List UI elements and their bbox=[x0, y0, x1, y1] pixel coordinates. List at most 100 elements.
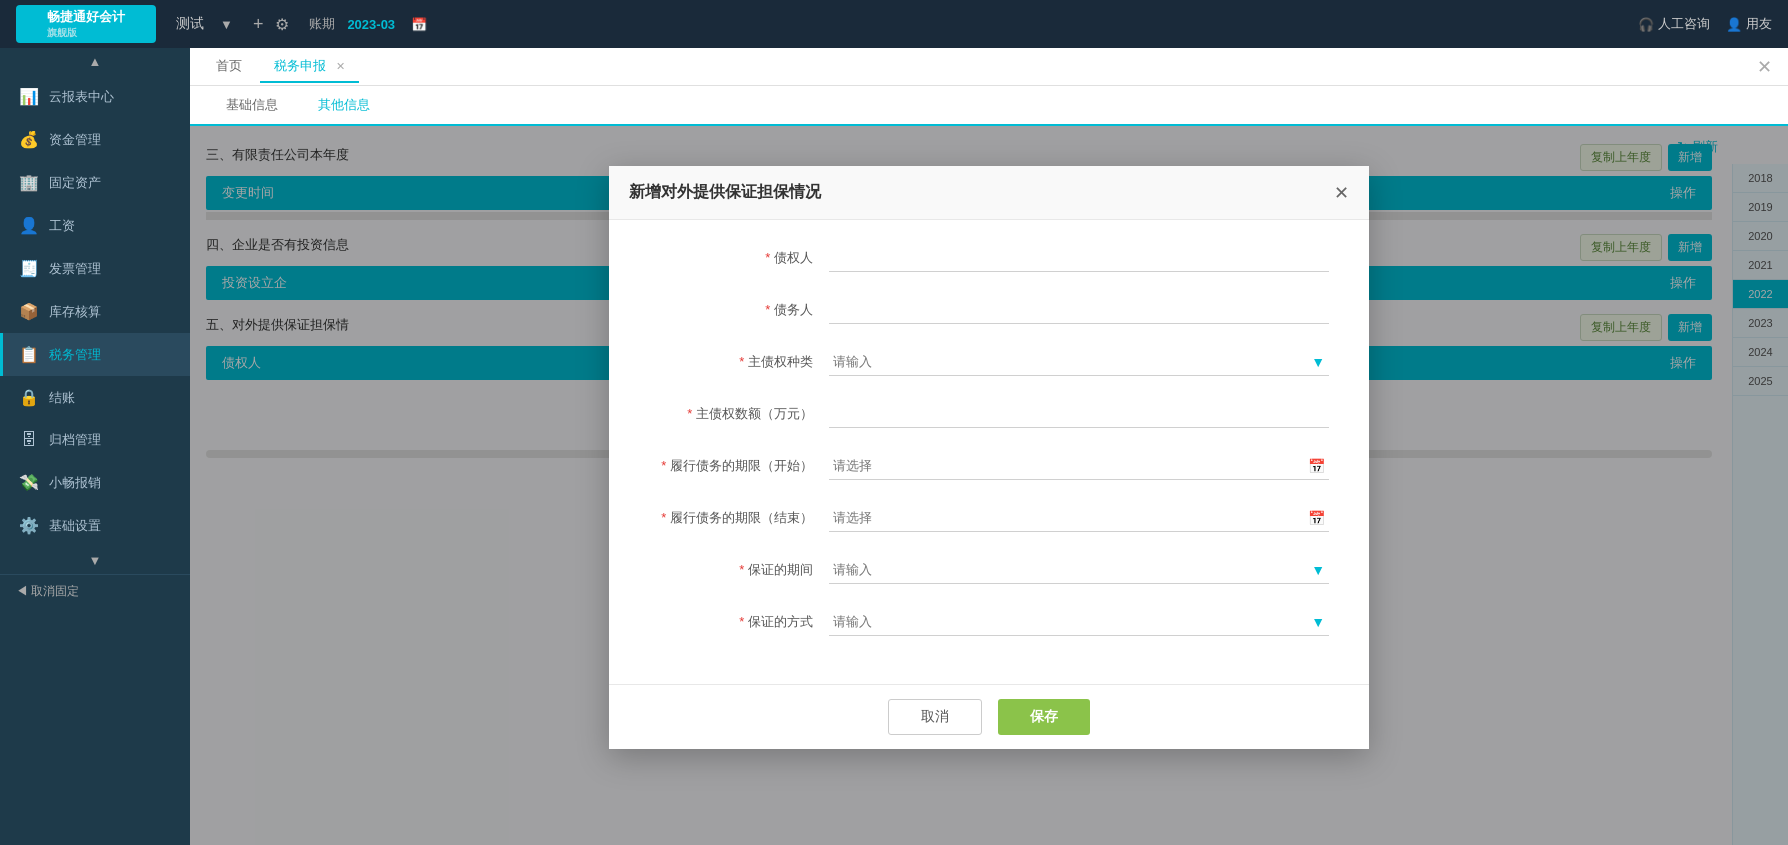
date-debt-start[interactable]: 📅 bbox=[829, 452, 1329, 480]
label-creditor: * 债权人 bbox=[649, 249, 829, 267]
window-close-icon[interactable]: ✕ bbox=[1757, 56, 1772, 78]
chevron-down-icon-method[interactable]: ▼ bbox=[1307, 614, 1329, 630]
form-row-creditor: * 债权人 bbox=[649, 244, 1329, 272]
input-guarantee-period[interactable] bbox=[829, 556, 1307, 583]
user-icon: 👤 bbox=[1726, 17, 1742, 32]
main-layout: ▲ 📊 云报表中心 💰 资金管理 🏢 固定资产 👤 工资 🧾 发票管理 📦 库存… bbox=[0, 48, 1788, 845]
calendar-icon[interactable]: 📅 bbox=[411, 17, 427, 32]
archive-icon: 🗄 bbox=[19, 431, 39, 449]
sidebar-item-archive[interactable]: 🗄 归档管理 bbox=[0, 419, 190, 461]
required-mark-debtor: * bbox=[765, 302, 770, 317]
required-mark-type: * bbox=[739, 354, 744, 369]
input-creditor-amount[interactable] bbox=[829, 400, 1329, 428]
modal-header: 新增对外提供保证担保情况 ✕ bbox=[609, 166, 1369, 220]
inner-tab-other[interactable]: 其他信息 bbox=[298, 86, 390, 126]
sidebar-item-cloud-reports[interactable]: 📊 云报表中心 bbox=[0, 75, 190, 118]
tax-icon: 📋 bbox=[19, 345, 39, 364]
form-row-guarantee-period: * 保证的期间 ▼ bbox=[649, 556, 1329, 584]
sidebar-item-funds[interactable]: 💰 资金管理 bbox=[0, 118, 190, 161]
sidebar-item-payroll[interactable]: 👤 工资 bbox=[0, 204, 190, 247]
form-row-creditor-type: * 主债权种类 ▼ bbox=[649, 348, 1329, 376]
add-icon[interactable]: + bbox=[253, 14, 264, 35]
support-label: 人工咨询 bbox=[1658, 15, 1710, 33]
sidebar-label-payroll: 工资 bbox=[49, 217, 75, 235]
inner-tab-basic-label: 基础信息 bbox=[226, 97, 278, 112]
company-chevron-icon[interactable]: ▼ bbox=[220, 17, 233, 32]
sidebar-item-expense[interactable]: 💸 小畅报销 bbox=[0, 461, 190, 504]
user-button[interactable]: 👤 用友 bbox=[1726, 15, 1772, 33]
label-debtor-text: 债务人 bbox=[774, 302, 813, 317]
tab-close-icon[interactable]: ✕ bbox=[336, 60, 345, 72]
tab-home[interactable]: 首页 bbox=[202, 51, 256, 83]
required-mark-amount: * bbox=[687, 406, 692, 421]
sidebar-label-fixed-assets: 固定资产 bbox=[49, 174, 101, 192]
company-name: 测试 bbox=[176, 15, 204, 33]
date-debt-end[interactable]: 📅 bbox=[829, 504, 1329, 532]
sidebar-label-invoice: 发票管理 bbox=[49, 260, 101, 278]
label-creditor-amount-text: 主债权数额（万元） bbox=[696, 406, 813, 421]
settings-icon: ⚙️ bbox=[19, 516, 39, 535]
modal-body: * 债权人 * 债务人 bbox=[609, 220, 1369, 684]
form-row-debtor: * 债务人 bbox=[649, 296, 1329, 324]
sidebar-item-invoice[interactable]: 🧾 发票管理 bbox=[0, 247, 190, 290]
content-area: 首页 税务申报 ✕ ✕ 基础信息 其他信息 ↻ 刷新 bbox=[190, 48, 1788, 845]
payroll-icon: 👤 bbox=[19, 216, 39, 235]
sidebar-item-close[interactable]: 🔒 结账 bbox=[0, 376, 190, 419]
tab-tax-report-label: 税务申报 bbox=[274, 58, 326, 73]
label-debt-start: * 履行债务的期限（开始） bbox=[649, 457, 829, 475]
modal-footer: 取消 保存 bbox=[609, 684, 1369, 749]
chevron-down-icon-period[interactable]: ▼ bbox=[1307, 562, 1329, 578]
gear-icon[interactable]: ⚙ bbox=[275, 15, 289, 34]
label-debtor: * 债务人 bbox=[649, 301, 829, 319]
support-button[interactable]: 🎧 人工咨询 bbox=[1638, 15, 1710, 33]
modal-close-button[interactable]: ✕ bbox=[1334, 184, 1349, 202]
label-debt-end-text: 履行债务的期限（结束） bbox=[670, 510, 813, 525]
inner-tab-basic[interactable]: 基础信息 bbox=[206, 86, 298, 124]
sidebar-item-inventory[interactable]: 📦 库存核算 bbox=[0, 290, 190, 333]
select-guarantee-method[interactable]: ▼ bbox=[829, 608, 1329, 636]
app-logo: 畅捷通好会计 旗舰版 bbox=[16, 5, 156, 43]
sidebar-item-settings[interactable]: ⚙️ 基础设置 bbox=[0, 504, 190, 547]
cancel-button[interactable]: 取消 bbox=[888, 699, 982, 735]
sidebar-item-fixed-assets[interactable]: 🏢 固定资产 bbox=[0, 161, 190, 204]
funds-icon: 💰 bbox=[19, 130, 39, 149]
input-debtor[interactable] bbox=[829, 296, 1329, 324]
user-label: 用友 bbox=[1746, 15, 1772, 33]
label-debt-end: * 履行债务的期限（结束） bbox=[649, 509, 829, 527]
sidebar-unpin-button[interactable]: ◀ 取消固定 bbox=[0, 574, 190, 608]
input-creditor-type[interactable] bbox=[829, 348, 1307, 375]
inventory-icon: 📦 bbox=[19, 302, 39, 321]
sidebar-label-inventory: 库存核算 bbox=[49, 303, 101, 321]
modal-title: 新增对外提供保证担保情况 bbox=[629, 182, 821, 203]
select-guarantee-period[interactable]: ▼ bbox=[829, 556, 1329, 584]
required-mark-method: * bbox=[739, 614, 744, 629]
inner-tab-other-label: 其他信息 bbox=[318, 97, 370, 112]
calendar-end-icon[interactable]: 📅 bbox=[1304, 510, 1329, 526]
sidebar-scroll-up[interactable]: ▲ bbox=[0, 48, 190, 75]
label-debt-start-text: 履行债务的期限（开始） bbox=[670, 458, 813, 473]
app-edition: 旗舰版 bbox=[47, 26, 125, 40]
required-mark-end: * bbox=[661, 510, 666, 525]
select-creditor-type[interactable]: ▼ bbox=[829, 348, 1329, 376]
invoice-icon: 🧾 bbox=[19, 259, 39, 278]
modal-overlay: 新增对外提供保证担保情况 ✕ * 债权人 bbox=[190, 126, 1788, 845]
tab-home-label: 首页 bbox=[216, 58, 242, 73]
sidebar-label-settings: 基础设置 bbox=[49, 517, 101, 535]
input-debt-start[interactable] bbox=[829, 452, 1304, 479]
save-button[interactable]: 保存 bbox=[998, 699, 1090, 735]
modal-dialog: 新增对外提供保证担保情况 ✕ * 债权人 bbox=[609, 166, 1369, 749]
sidebar-item-tax[interactable]: 📋 税务管理 bbox=[0, 333, 190, 376]
sidebar-scroll-down[interactable]: ▼ bbox=[0, 547, 190, 574]
form-row-creditor-amount: * 主债权数额（万元） bbox=[649, 400, 1329, 428]
input-creditor[interactable] bbox=[829, 244, 1329, 272]
label-creditor-type: * 主债权种类 bbox=[649, 353, 829, 371]
fixed-assets-icon: 🏢 bbox=[19, 173, 39, 192]
calendar-start-icon[interactable]: 📅 bbox=[1304, 458, 1329, 474]
sidebar-label-tax: 税务管理 bbox=[49, 346, 101, 364]
input-guarantee-method[interactable] bbox=[829, 608, 1307, 635]
input-debt-end[interactable] bbox=[829, 504, 1304, 531]
chevron-down-icon-type[interactable]: ▼ bbox=[1307, 354, 1329, 370]
tab-tax-report[interactable]: 税务申报 ✕ bbox=[260, 51, 359, 83]
label-guarantee-period: * 保证的期间 bbox=[649, 561, 829, 579]
label-creditor-type-text: 主债权种类 bbox=[748, 354, 813, 369]
